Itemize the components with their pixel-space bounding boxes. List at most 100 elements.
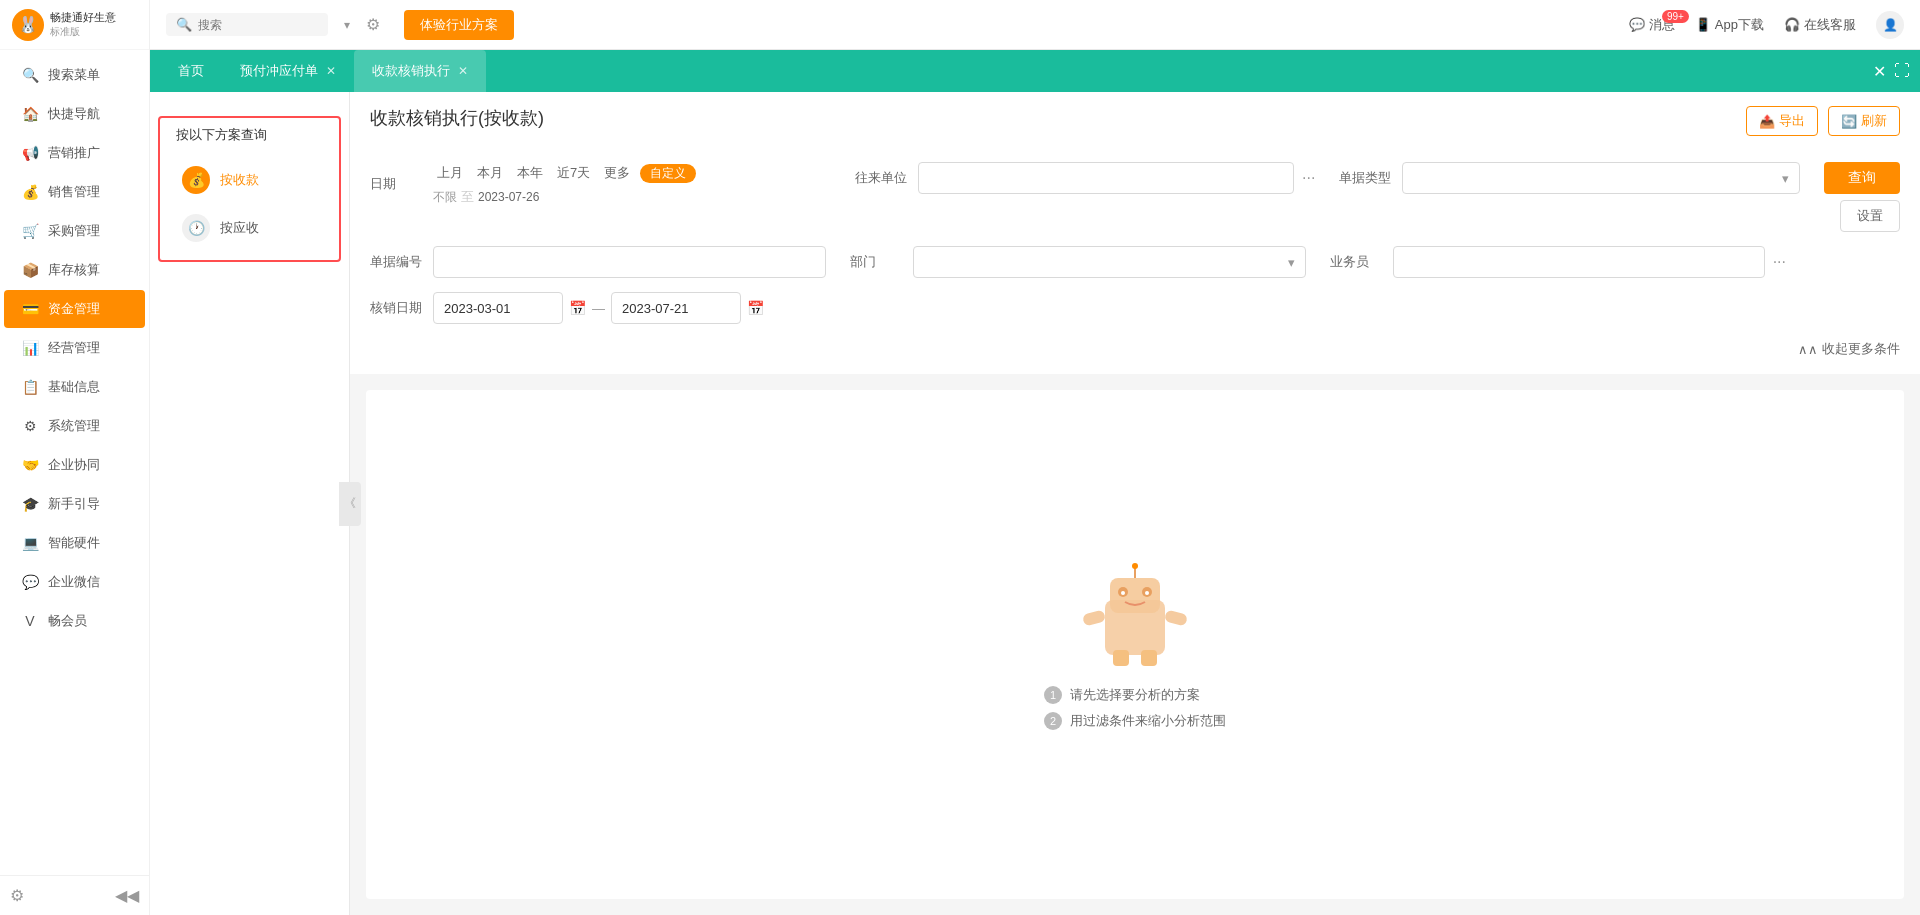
- date-custom-tag[interactable]: 自定义: [640, 164, 696, 183]
- nav-label-12: 智能硬件: [48, 534, 100, 552]
- staff-dots-btn[interactable]: ···: [1773, 253, 1786, 271]
- date-this-month[interactable]: 本月: [473, 162, 507, 184]
- tab-prepay-close-icon[interactable]: ✕: [326, 64, 336, 78]
- sidebar-item-系统管理[interactable]: ⚙ 系统管理: [4, 407, 145, 445]
- settings-button[interactable]: 设置: [1840, 200, 1900, 232]
- verify-start-input[interactable]: [433, 292, 563, 324]
- app-download-button[interactable]: 📱 App下载: [1695, 16, 1764, 34]
- nav-label-1: 快捷导航: [48, 105, 100, 123]
- svg-rect-8: [1113, 650, 1129, 666]
- verify-date-inputs: 📅 — 📅: [433, 292, 764, 324]
- sidebar-item-快捷导航[interactable]: 🏠快捷导航: [4, 95, 145, 133]
- tab-prepay[interactable]: 预付冲应付单 ✕: [222, 50, 354, 92]
- page-action-buttons: 📤 导出 🔄 刷新: [1746, 106, 1900, 136]
- nav-label-4: 采购管理: [48, 222, 100, 240]
- partner-input[interactable]: [918, 162, 1294, 194]
- sidebar-item-企业协同[interactable]: 🤝企业协同: [4, 446, 145, 484]
- svg-rect-7: [1164, 609, 1188, 626]
- svg-point-4: [1121, 591, 1125, 595]
- export-button[interactable]: 📤 导出: [1746, 106, 1818, 136]
- sidebar-item-资金管理[interactable]: 💳资金管理: [4, 290, 145, 328]
- user-avatar[interactable]: 👤: [1876, 11, 1904, 39]
- date-limit-separator: 至: [461, 188, 474, 206]
- dept-label: 部门: [850, 253, 905, 271]
- sidebar-item-畅会员[interactable]: V畅会员: [4, 602, 145, 640]
- sidebar-item-搜索菜单[interactable]: 🔍搜索菜单: [4, 56, 145, 94]
- tab-maximize-icon[interactable]: ⛶: [1894, 62, 1910, 81]
- topbar-right: 💬 消息 99+ 📱 App下载 🎧 在线客服 👤: [1629, 11, 1904, 39]
- verify-end-input[interactable]: [611, 292, 741, 324]
- sidebar-item-库存核算[interactable]: 📦库存核算: [4, 251, 145, 289]
- svg-point-11: [1132, 563, 1138, 569]
- empty-hints: 1 请先选择要分析的方案 2 用过滤条件来缩小分析范围: [1044, 686, 1226, 730]
- nav-label-7: 经营管理: [48, 339, 100, 357]
- date-7days[interactable]: 近7天: [553, 162, 594, 184]
- filter-panel-title: 按以下方案查询: [160, 126, 339, 156]
- verify-date-label: 核销日期: [370, 299, 425, 317]
- hint-num-1: 1: [1044, 686, 1062, 704]
- sidebar-item-采购管理[interactable]: 🛒 采购管理: [4, 212, 145, 250]
- sidebar-item-经营管理[interactable]: 📊经营管理: [4, 329, 145, 367]
- sidebar-item-销售管理[interactable]: 💰销售管理: [4, 173, 145, 211]
- topbar-chevron-icon[interactable]: ▾: [344, 18, 350, 32]
- collapse-icon: 《: [344, 495, 356, 512]
- nav-icon-5: 📦: [20, 262, 40, 278]
- query-button[interactable]: 查询: [1824, 162, 1900, 194]
- nav-label-10: 企业协同: [48, 456, 100, 474]
- sidebar-item-智能硬件[interactable]: 💻智能硬件: [4, 524, 145, 562]
- order-no-input[interactable]: [433, 246, 826, 278]
- empty-state: 1 请先选择要分析的方案 2 用过滤条件来缩小分析范围: [366, 390, 1904, 899]
- collapse-sidebar-icon[interactable]: ◀◀: [115, 886, 139, 905]
- service-icon: 🎧: [1784, 17, 1800, 32]
- sidebar-item-基础信息[interactable]: 📋基础信息: [4, 368, 145, 406]
- nav-label-14: 畅会员: [48, 612, 87, 630]
- order-type-select[interactable]: ▾: [1402, 162, 1800, 194]
- sidebar-item-新手引导[interactable]: 🎓新手引导: [4, 485, 145, 523]
- tab-home[interactable]: 首页: [160, 50, 222, 92]
- nav-icon-9: ⚙: [20, 418, 40, 434]
- app-download-icon: 📱: [1695, 17, 1711, 32]
- date-more[interactable]: 更多: [600, 162, 634, 184]
- filter-options: 💰 按收款 🕐 按应收: [160, 156, 339, 252]
- date-field: 日期 上月 本月 本年 近7天 更多 自定义 不限: [370, 162, 831, 206]
- date-last-month[interactable]: 上月: [433, 162, 467, 184]
- staff-field: 业务员 ···: [1330, 246, 1786, 278]
- filter-receivable-label: 按应收: [220, 219, 259, 237]
- sidebar-item-营销推广[interactable]: 📢营销推广: [4, 134, 145, 172]
- filter-option-by-collection[interactable]: 💰 按收款: [170, 156, 329, 204]
- filter-panel: 按以下方案查询 💰 按收款 🕐 按应收 《: [150, 92, 350, 915]
- verify-start-calendar-icon[interactable]: 📅: [569, 300, 586, 316]
- partner-dots-btn[interactable]: ···: [1302, 169, 1315, 187]
- collapse-more-button[interactable]: ∧∧ 收起更多条件: [1798, 336, 1900, 358]
- filter-panel-collapse-btn[interactable]: 《: [339, 482, 361, 526]
- nav-icon-4: 🛒: [20, 223, 40, 239]
- message-button[interactable]: 💬 消息 99+: [1629, 16, 1675, 34]
- online-service-button[interactable]: 🎧 在线客服: [1784, 16, 1856, 34]
- refresh-button[interactable]: 🔄 刷新: [1828, 106, 1900, 136]
- nav-label-2: 营销推广: [48, 144, 100, 162]
- date-this-year[interactable]: 本年: [513, 162, 547, 184]
- tab-close-window-icon[interactable]: ✕: [1873, 62, 1886, 81]
- sidebar-item-企业微信[interactable]: 💬企业微信: [4, 563, 145, 601]
- tab-collection-label: 收款核销执行: [372, 62, 450, 80]
- nav-icon-11: 🎓: [20, 496, 40, 512]
- search-input[interactable]: [198, 18, 318, 32]
- nav-label-3: 销售管理: [48, 183, 100, 201]
- filter-option-by-receivable[interactable]: 🕐 按应收: [170, 204, 329, 252]
- settings-icon[interactable]: ⚙: [10, 886, 24, 905]
- tab-collection-close-icon[interactable]: ✕: [458, 64, 468, 78]
- page-title-bar: 收款核销执行(按收款) 📤 导出 🔄 刷新: [350, 92, 1920, 146]
- dept-select[interactable]: ▾: [913, 246, 1306, 278]
- topbar-gear-icon[interactable]: ⚙: [366, 15, 380, 34]
- solution-button[interactable]: 体验行业方案: [404, 10, 514, 40]
- tab-home-label: 首页: [178, 62, 204, 80]
- tab-collection[interactable]: 收款核销执行 ✕: [354, 50, 486, 92]
- staff-input[interactable]: [1393, 246, 1765, 278]
- order-type-field: 单据类型 ▾: [1339, 162, 1800, 194]
- verify-date-field: 核销日期 📅 — 📅: [370, 292, 764, 324]
- dept-select-arrow: ▾: [1288, 255, 1295, 270]
- nav-label-9: 系统管理: [48, 417, 100, 435]
- export-icon: 📤: [1759, 114, 1775, 129]
- verify-end-calendar-icon[interactable]: 📅: [747, 300, 764, 316]
- page-title: 收款核销执行(按收款): [370, 106, 1900, 130]
